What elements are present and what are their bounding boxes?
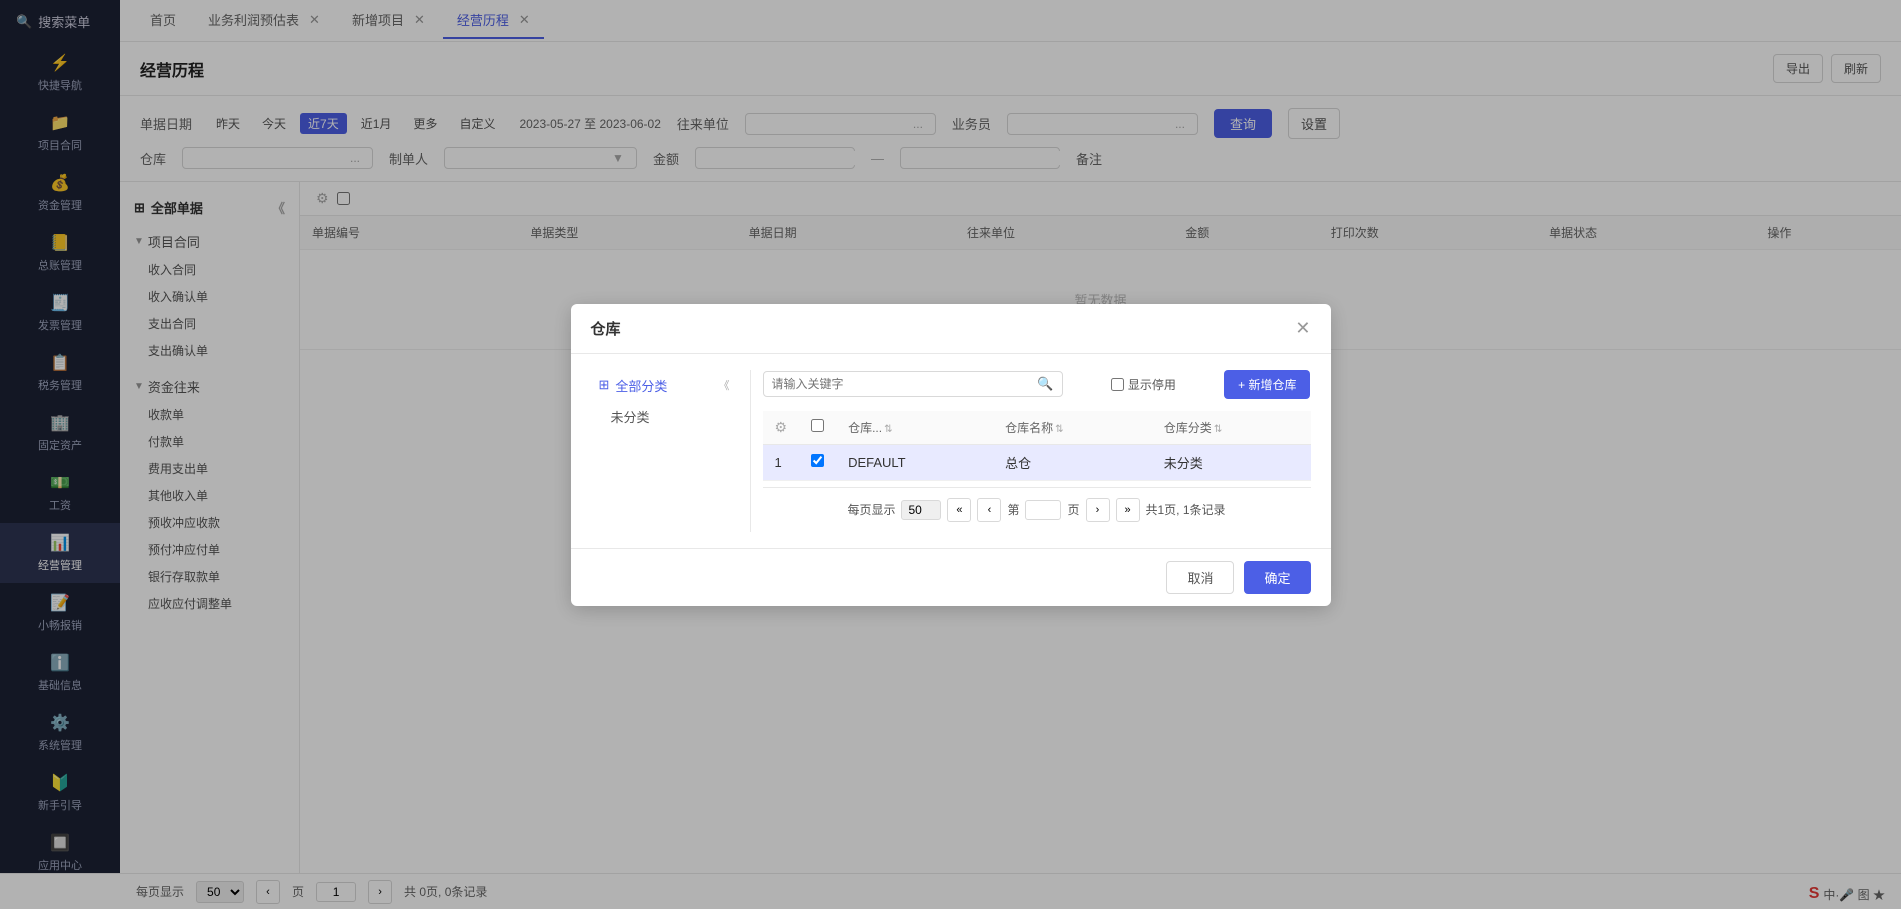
modal-table-scroll: ⚙ 仓库...⇅ 仓库名称⇅: [763, 411, 1311, 481]
modal-search-wrap: 🔍: [763, 371, 1063, 397]
modal-close-button[interactable]: ✕: [1295, 318, 1310, 339]
modal-per-page-label: 每页显示: [847, 501, 895, 518]
modal-per-page-select[interactable]: 50: [901, 500, 941, 520]
modal-table: ⚙ 仓库...⇅ 仓库名称⇅: [763, 411, 1311, 481]
modal-body: ⊞ 全部分类 《 未分类 🔍 显示停用: [571, 354, 1331, 548]
row-checkbox[interactable]: [799, 444, 836, 480]
modal-page-input[interactable]: 1: [1025, 500, 1061, 520]
modal-table-row[interactable]: 1 DEFAULT 总仓 未分类: [763, 444, 1311, 480]
modal-collapse-icon[interactable]: 《: [719, 377, 730, 393]
col-select: [799, 411, 836, 445]
row-code: DEFAULT: [836, 444, 993, 480]
modal-content-layout: ⊞ 全部分类 《 未分类 🔍 显示停用: [591, 370, 1311, 532]
modal-table-header: ⚙ 仓库...⇅ 仓库名称⇅: [763, 411, 1311, 445]
col-warehouse-category: 仓库分类⇅: [1152, 411, 1311, 445]
modal-pagination: 每页显示 50 « ‹ 第 1 页 › » 共1页, 1条记录: [763, 487, 1311, 532]
add-warehouse-button[interactable]: + 新增仓库: [1224, 370, 1310, 399]
modal-prev-btn[interactable]: ‹: [977, 498, 1001, 522]
modal-title: 仓库: [591, 318, 621, 339]
confirm-button[interactable]: 确定: [1244, 561, 1310, 594]
modal-select-all[interactable]: [811, 419, 824, 432]
grid-icon-modal: ⊞: [599, 377, 610, 393]
row-name: 总仓: [993, 444, 1152, 480]
row-index: 1: [763, 444, 800, 480]
sort-icon-category: ⇅: [1214, 424, 1222, 435]
row-category: 未分类: [1152, 444, 1311, 480]
col-warehouse-code: 仓库...⇅: [836, 411, 993, 445]
show-disabled-label[interactable]: 显示停用: [1111, 376, 1176, 393]
modal-toolbar: 🔍 显示停用 + 新增仓库: [763, 370, 1311, 399]
col-gear-icon[interactable]: ⚙: [775, 419, 788, 435]
modal-header: 仓库 ✕: [571, 304, 1331, 354]
modal-search-input[interactable]: [772, 377, 1038, 391]
sort-icon-code: ⇅: [884, 424, 892, 435]
modal-page-label: 第: [1007, 501, 1019, 518]
modal-last-btn[interactable]: »: [1116, 498, 1140, 522]
modal-footer: 取消 确定: [571, 548, 1331, 606]
modal-all-label: 全部分类: [615, 376, 667, 395]
col-warehouse-name: 仓库名称⇅: [993, 411, 1152, 445]
modal-category-unclassified[interactable]: 未分类: [591, 401, 738, 432]
show-disabled-text: 显示停用: [1128, 376, 1176, 393]
show-disabled-checkbox[interactable]: [1111, 378, 1124, 391]
modal-left-panel: ⊞ 全部分类 《 未分类: [591, 370, 751, 532]
modal-search-icon: 🔍: [1037, 376, 1053, 392]
warehouse-modal: 仓库 ✕ ⊞ 全部分类 《 未分类 🔍: [571, 304, 1331, 606]
modal-right-panel: 🔍 显示停用 + 新增仓库 ⚙: [763, 370, 1311, 532]
modal-first-btn[interactable]: «: [947, 498, 971, 522]
modal-page-suffix: 页: [1067, 501, 1079, 518]
col-gear: ⚙: [763, 411, 800, 445]
modal-total-info: 共1页, 1条记录: [1146, 501, 1226, 518]
sort-icon-name: ⇅: [1055, 424, 1063, 435]
modal-all-category[interactable]: ⊞ 全部分类 《: [591, 370, 738, 401]
cancel-button[interactable]: 取消: [1166, 561, 1234, 594]
modal-next-btn[interactable]: ›: [1086, 498, 1110, 522]
